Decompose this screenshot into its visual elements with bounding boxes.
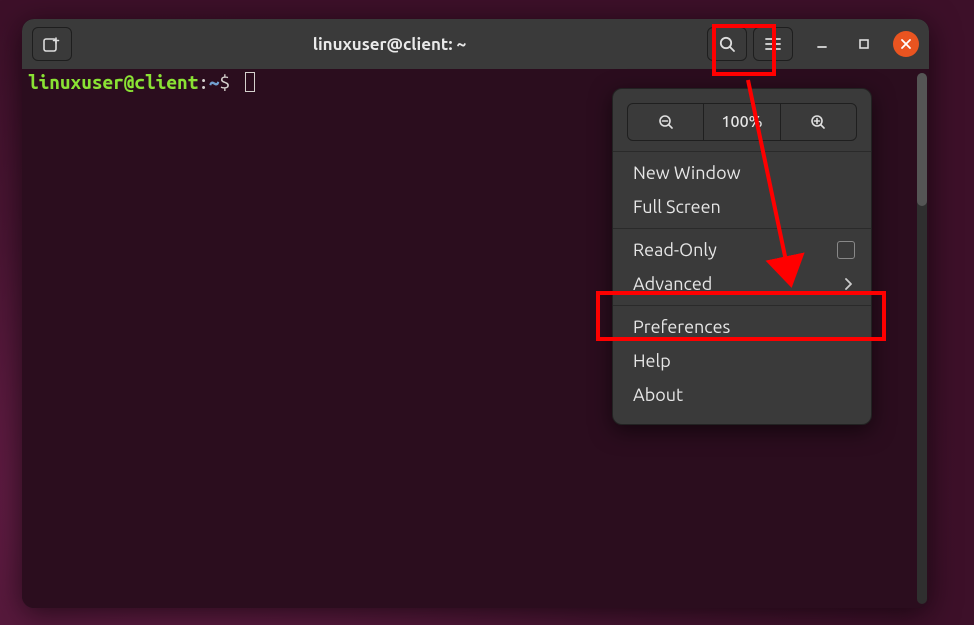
titlebar: linuxuser@client: ~ [22, 19, 929, 69]
menu-item-label: Read-Only [633, 240, 717, 260]
menu-item-label: About [633, 385, 683, 405]
maximize-button[interactable] [851, 31, 877, 57]
menu-item-advanced[interactable]: Advanced [613, 267, 871, 301]
scrollbar[interactable] [917, 73, 927, 604]
minimize-button[interactable] [809, 31, 835, 57]
menu-item-label: Full Screen [633, 197, 721, 217]
menu-item-preferences[interactable]: Preferences [613, 310, 871, 344]
zoom-out-button[interactable] [627, 103, 704, 141]
window-title: linuxuser@client: ~ [313, 35, 466, 54]
app-menu-popover: 100% New Window Full Screen Read-Only Ad… [612, 88, 872, 425]
close-button[interactable] [893, 31, 919, 57]
hamburger-menu-button[interactable] [753, 27, 793, 61]
new-tab-icon [43, 36, 61, 52]
menu-item-about[interactable]: About [613, 378, 871, 412]
maximize-icon [857, 37, 871, 51]
menu-item-help[interactable]: Help [613, 344, 871, 378]
submenu-caret-icon [845, 278, 853, 290]
zoom-level-display[interactable]: 100% [704, 103, 779, 141]
menu-separator [613, 151, 871, 152]
menu-item-label: Help [633, 351, 671, 371]
new-tab-button[interactable] [32, 27, 72, 61]
minimize-icon [815, 37, 829, 51]
prompt-colon: : [198, 71, 209, 93]
menu-item-label: Preferences [633, 317, 730, 337]
menu-item-label: New Window [633, 163, 741, 183]
menu-item-full-screen[interactable]: Full Screen [613, 190, 871, 224]
menu-separator [613, 305, 871, 306]
menu-item-read-only[interactable]: Read-Only [613, 233, 871, 267]
scrollbar-thumb[interactable] [917, 73, 927, 206]
zoom-out-icon [657, 113, 675, 131]
prompt-symbol: $ [220, 71, 231, 93]
search-icon [718, 35, 736, 53]
prompt-user: linuxuser@client [28, 71, 198, 93]
close-icon [900, 38, 912, 50]
hamburger-icon [764, 37, 782, 51]
menu-separator [613, 228, 871, 229]
cursor [245, 72, 255, 92]
zoom-in-icon [809, 113, 827, 131]
prompt-path: ~ [209, 71, 220, 93]
menu-item-label: Advanced [633, 274, 712, 294]
checkbox-icon [837, 241, 855, 259]
zoom-in-button[interactable] [780, 103, 857, 141]
menu-item-new-window[interactable]: New Window [613, 156, 871, 190]
zoom-controls: 100% [627, 103, 857, 141]
search-button[interactable] [707, 27, 747, 61]
